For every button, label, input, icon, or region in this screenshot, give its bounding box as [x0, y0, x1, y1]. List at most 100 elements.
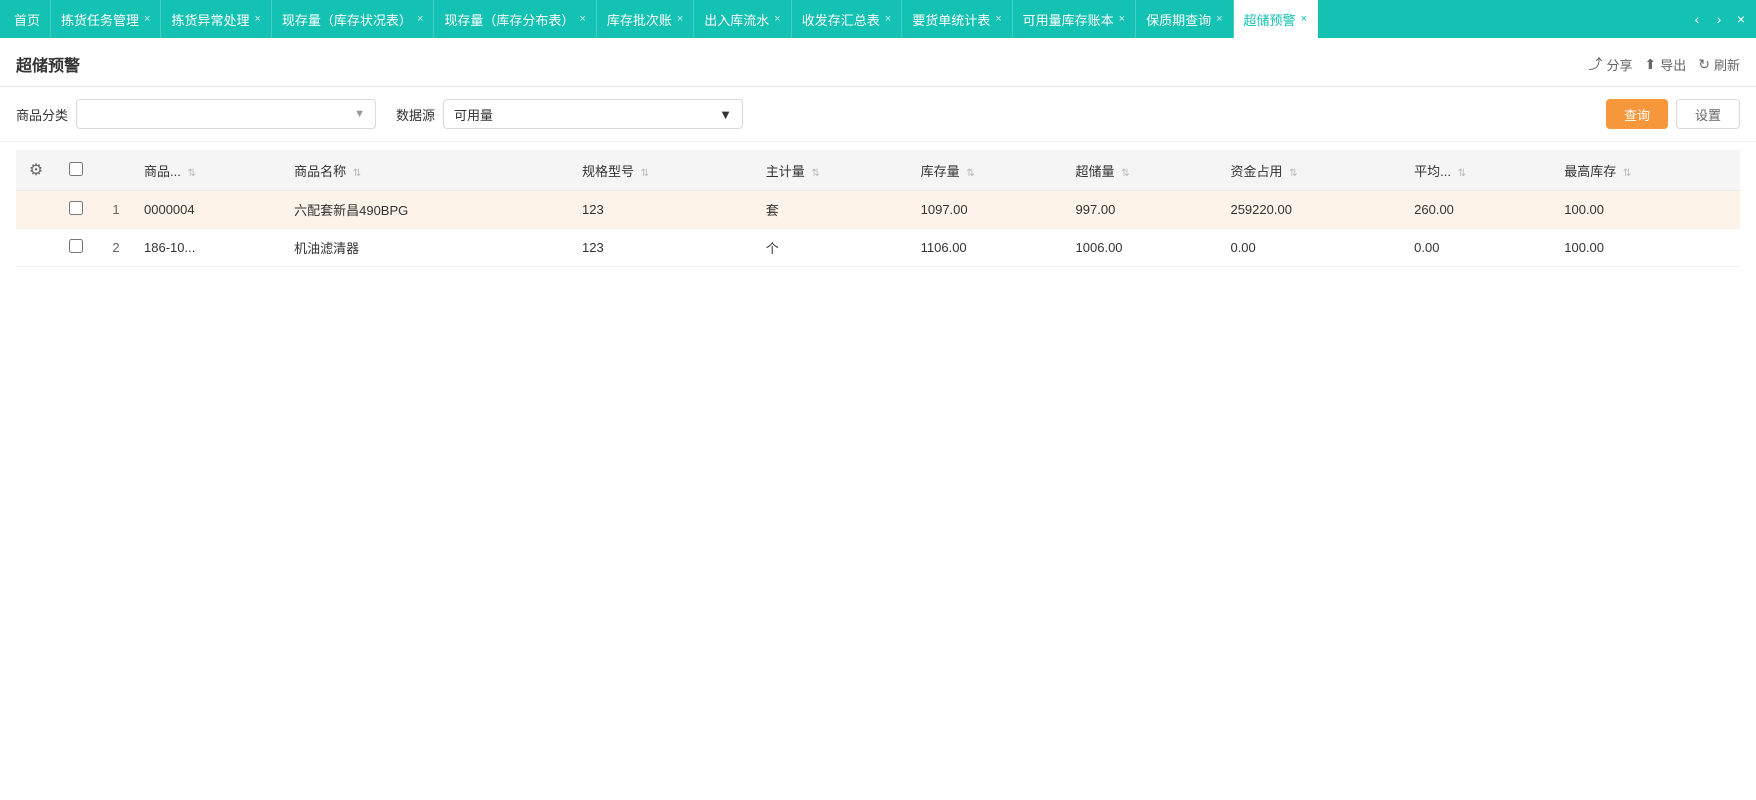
row-max-stock-cell: 100.00	[1556, 191, 1740, 229]
row-checkbox-cell[interactable]	[56, 191, 96, 229]
share-action[interactable]: ⤴ 分享	[1588, 54, 1632, 74]
nav-arrow-left[interactable]: ‹	[1686, 0, 1708, 38]
select-all-checkbox[interactable]	[69, 162, 83, 176]
col-goods-name-label: 商品名称	[294, 164, 346, 179]
nav-label-task: 拣货任务管理	[61, 10, 139, 29]
col-settings[interactable]: ⚙	[16, 150, 56, 191]
sort-overstock-icon: ⇅	[1121, 168, 1129, 179]
row-spec-cell: 123	[574, 191, 758, 229]
datasource-select-value: 可用量	[454, 105, 493, 124]
row-checkbox-1[interactable]	[69, 239, 83, 253]
row-goods-name-cell: 机油滤清器	[286, 229, 574, 267]
nav-item-summary[interactable]: 收发存汇总表 ×	[792, 0, 902, 38]
row-num-cell: 2	[96, 229, 136, 267]
col-stock-header[interactable]: 库存量 ⇅	[913, 150, 1068, 191]
row-settings-cell	[16, 229, 56, 267]
sort-unit-icon: ⇅	[811, 168, 819, 179]
nav-arrows: ‹ › ×	[1686, 0, 1752, 38]
nav-item-flow[interactable]: 出入库流水 ×	[694, 0, 791, 38]
top-nav: 首页 拣货任务管理 × 拣货异常处理 × 现存量（库存状况表） × 现存量（库存…	[0, 0, 1756, 38]
datasource-chevron-icon: ▼	[719, 107, 732, 122]
row-stock-cell: 1106.00	[913, 229, 1068, 267]
refresh-icon: ↻	[1698, 56, 1710, 73]
nav-item-task[interactable]: 拣货任务管理 ×	[51, 0, 161, 38]
table-header-row: ⚙ 商品... ⇅ 商品名称 ⇅ 规格型号	[16, 150, 1740, 191]
nav-close-batch[interactable]: ×	[677, 13, 683, 25]
nav-label-batch: 库存批次账	[607, 10, 672, 29]
query-button[interactable]: 查询	[1606, 99, 1668, 129]
row-overstock-cell: 997.00	[1068, 191, 1223, 229]
nav-close-stock-dist[interactable]: ×	[579, 13, 585, 25]
sort-stock-icon: ⇅	[966, 168, 974, 179]
col-unit-label: 主计量	[766, 164, 805, 179]
nav-close-flow[interactable]: ×	[774, 13, 780, 25]
nav-item-stock-status[interactable]: 现存量（库存状况表） ×	[272, 0, 434, 38]
nav-close-overstock[interactable]: ×	[1301, 13, 1307, 25]
nav-close-available[interactable]: ×	[1119, 13, 1125, 25]
nav-label-stock-status: 现存量（库存状况表）	[282, 10, 412, 29]
nav-label-summary: 收发存汇总表	[802, 10, 880, 29]
col-unit-header[interactable]: 主计量 ⇅	[758, 150, 913, 191]
sort-capital-icon: ⇅	[1289, 168, 1297, 179]
row-max-stock-cell: 100.00	[1556, 229, 1740, 267]
row-settings-cell	[16, 191, 56, 229]
export-action[interactable]: ⬆ 导出	[1645, 55, 1687, 74]
row-spec-cell: 123	[574, 229, 758, 267]
col-avg-header[interactable]: 平均... ⇅	[1406, 150, 1556, 191]
nav-arrow-close[interactable]: ×	[1730, 0, 1752, 38]
table-body: 1 0000004 六配套新昌490BPG 123 套 1097.00 997.…	[16, 191, 1740, 267]
refresh-action[interactable]: ↻ 刷新	[1698, 55, 1740, 74]
nav-close-stock-status[interactable]: ×	[417, 13, 423, 25]
header-actions: ⤴ 分享 ⬆ 导出 ↻ 刷新	[1588, 54, 1740, 74]
row-num-cell: 1	[96, 191, 136, 229]
nav-item-batch[interactable]: 库存批次账 ×	[597, 0, 694, 38]
row-checkbox-cell[interactable]	[56, 229, 96, 267]
nav-item-home[interactable]: 首页	[4, 0, 51, 38]
row-goods-code-cell: 0000004	[136, 191, 286, 229]
nav-label-available: 可用量库存账本	[1023, 10, 1114, 29]
col-goods-name-header[interactable]: 商品名称 ⇅	[286, 150, 574, 191]
col-avg-label: 平均...	[1414, 164, 1451, 179]
sort-avg-icon: ⇅	[1458, 168, 1466, 179]
data-table: ⚙ 商品... ⇅ 商品名称 ⇅ 规格型号	[16, 150, 1740, 267]
nav-close-summary[interactable]: ×	[885, 13, 891, 25]
share-label: 分享	[1606, 55, 1632, 74]
col-goods-code-label: 商品...	[144, 164, 181, 179]
nav-close-exception[interactable]: ×	[254, 13, 260, 25]
nav-item-expiry[interactable]: 保质期查询 ×	[1136, 0, 1233, 38]
table-row: 2 186-10... 机油滤清器 123 个 1106.00 1006.00 …	[16, 229, 1740, 267]
nav-item-exception[interactable]: 拣货异常处理 ×	[161, 0, 271, 38]
nav-item-overstock[interactable]: 超储预警 ×	[1234, 0, 1318, 38]
row-avg-cell: 260.00	[1406, 191, 1556, 229]
col-max-stock-header[interactable]: 最高库存 ⇅	[1556, 150, 1740, 191]
nav-label-stock-dist: 现存量（库存分布表）	[444, 10, 574, 29]
col-spec-header[interactable]: 规格型号 ⇅	[574, 150, 758, 191]
category-filter-item: 商品分类 ▼	[16, 99, 376, 129]
col-spec-label: 规格型号	[582, 164, 634, 179]
sort-spec-icon: ⇅	[641, 168, 649, 179]
nav-label-flow: 出入库流水	[704, 10, 769, 29]
nav-item-demand[interactable]: 要货单统计表 ×	[902, 0, 1012, 38]
nav-close-expiry[interactable]: ×	[1216, 13, 1222, 25]
row-checkbox-0[interactable]	[69, 201, 83, 215]
page-title: 超储预警	[16, 52, 80, 76]
table-container: ⚙ 商品... ⇅ 商品名称 ⇅ 规格型号	[0, 150, 1756, 267]
col-max-stock-label: 最高库存	[1564, 164, 1616, 179]
category-chevron-icon: ▼	[354, 108, 365, 120]
nav-close-task[interactable]: ×	[144, 13, 150, 25]
settings-button[interactable]: 设置	[1676, 99, 1740, 129]
col-num-header	[96, 150, 136, 191]
settings-gear-icon[interactable]: ⚙	[29, 162, 43, 179]
col-checkbox-header[interactable]	[56, 150, 96, 191]
nav-arrow-right[interactable]: ›	[1708, 0, 1730, 38]
col-goods-code-header[interactable]: 商品... ⇅	[136, 150, 286, 191]
col-capital-header[interactable]: 资金占用 ⇅	[1222, 150, 1406, 191]
nav-close-demand[interactable]: ×	[995, 13, 1001, 25]
row-overstock-cell: 1006.00	[1068, 229, 1223, 267]
category-select[interactable]: ▼	[76, 99, 376, 129]
nav-item-available[interactable]: 可用量库存账本 ×	[1013, 0, 1136, 38]
nav-item-stock-dist[interactable]: 现存量（库存分布表） ×	[434, 0, 596, 38]
datasource-select[interactable]: 可用量 ▼	[443, 99, 743, 129]
nav-label-expiry: 保质期查询	[1146, 10, 1211, 29]
col-overstock-header[interactable]: 超储量 ⇅	[1068, 150, 1223, 191]
